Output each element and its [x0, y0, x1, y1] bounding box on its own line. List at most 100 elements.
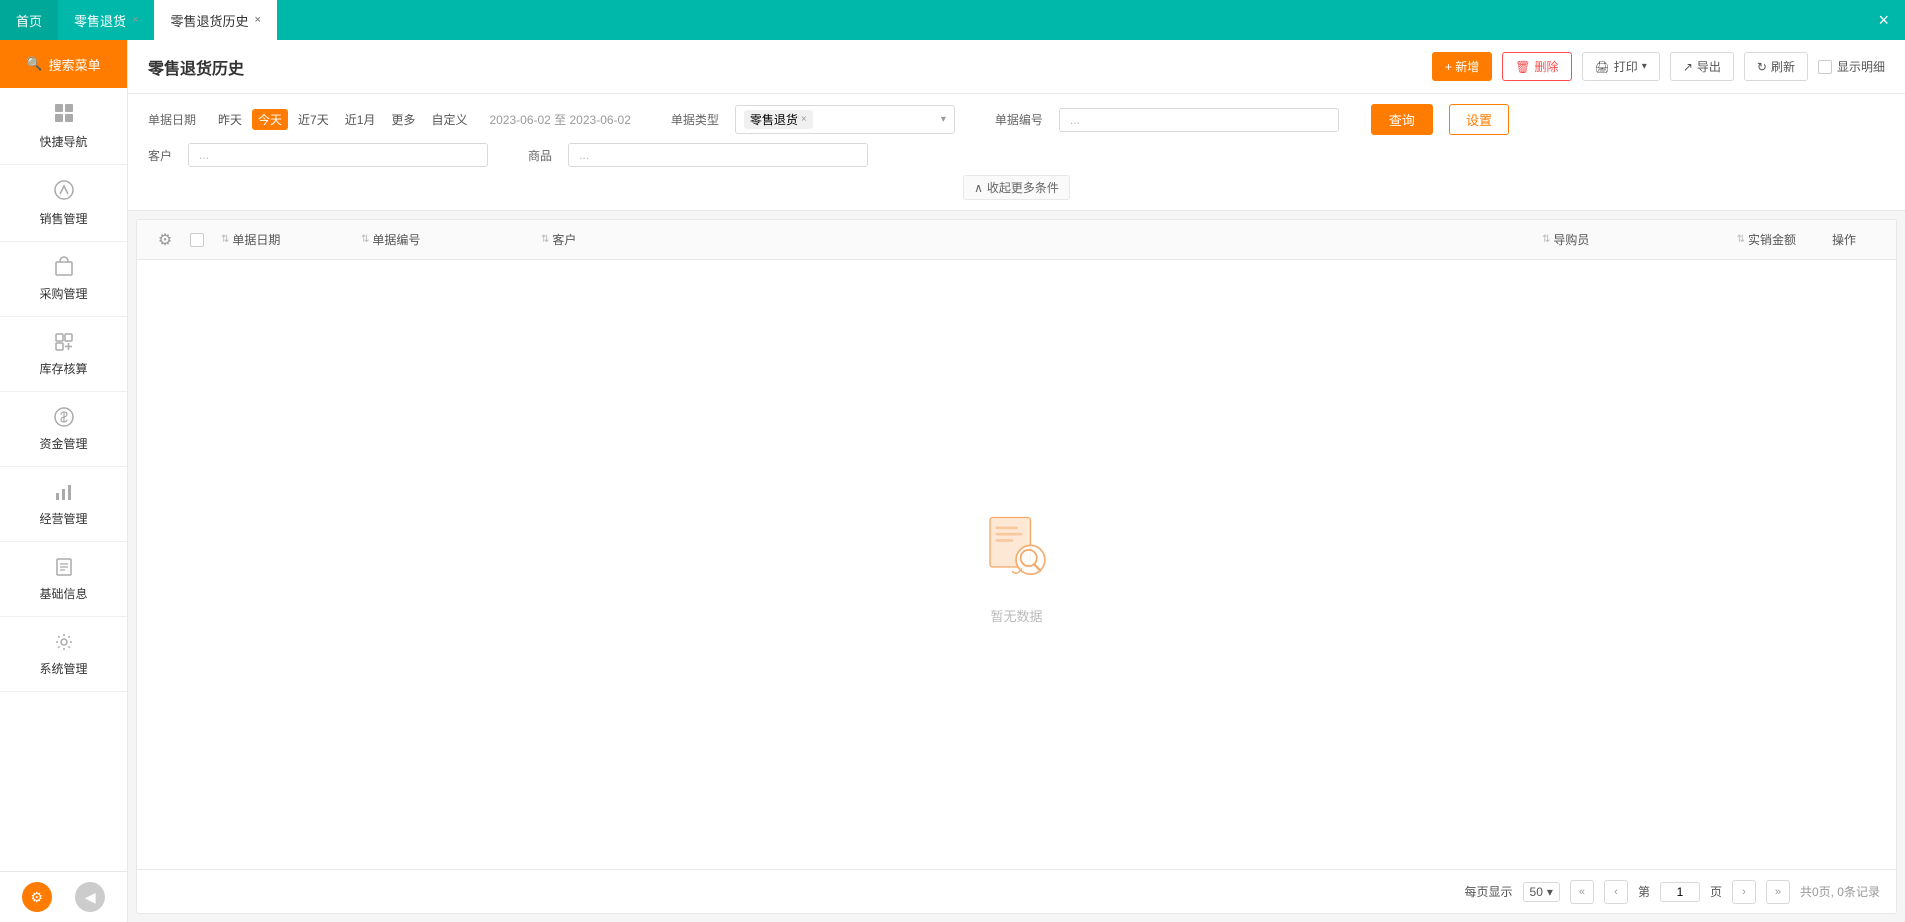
th-date-label: 单据日期 — [232, 231, 280, 248]
mute-icon: ◀ — [85, 889, 96, 906]
new-button[interactable]: + 新增 — [1432, 52, 1492, 81]
select-all-checkbox-box[interactable] — [190, 233, 204, 247]
sidebar-item-sys-mgmt[interactable]: 系统管理 — [0, 617, 127, 692]
tab-retail-return-label: 零售退货 — [74, 11, 126, 30]
settings-bottom-icon: ⚙ — [30, 889, 43, 906]
th-guide-label: 导购员 — [1553, 231, 1589, 248]
th-num-label: 单据编号 — [372, 231, 420, 248]
delete-icon: 🗑 — [1515, 60, 1530, 74]
settings-button[interactable]: 设置 — [1449, 104, 1509, 135]
prev-page-button[interactable]: ‹ — [1604, 880, 1628, 904]
table-header: ⚙ ⇅ 单据日期 ⇅ 单据编号 ⇅ 客户 ⇅ 导购员 — [137, 220, 1896, 260]
th-num[interactable]: ⇅ 单据编号 — [353, 231, 533, 248]
next-page-button[interactable]: › — [1732, 880, 1756, 904]
sidebar-item-inventory[interactable]: 库存核算 — [0, 317, 127, 392]
sidebar: 🔍 搜索菜单 快捷导航 销售管理 采购管理 库存核算 — [0, 40, 128, 922]
settings-bottom-button[interactable]: ⚙ — [22, 882, 52, 912]
per-page-select[interactable]: 50 ▾ — [1523, 882, 1560, 902]
select-all-checkbox[interactable] — [181, 233, 213, 247]
type-filter-label: 单据类型 — [671, 111, 719, 128]
tab-home-label: 首页 — [16, 11, 42, 30]
th-amount[interactable]: ⇅ 实销金额 — [1684, 231, 1804, 248]
mute-button[interactable]: ◀ — [75, 882, 105, 912]
print-label: 打印 — [1614, 58, 1638, 75]
tab-retail-return[interactable]: 零售退货 × — [58, 0, 154, 40]
refresh-icon: ↻ — [1757, 60, 1767, 74]
delete-button[interactable]: 🗑 删除 — [1502, 52, 1571, 81]
window-close-button[interactable]: × — [1862, 0, 1905, 40]
finance-icon — [53, 406, 75, 431]
goods-input[interactable]: ... — [568, 143, 868, 167]
page-number-input[interactable] — [1660, 882, 1700, 902]
customer-input[interactable]: ... — [188, 143, 488, 167]
collapse-button[interactable]: ∧ 收起更多条件 — [963, 175, 1070, 200]
page-title: 零售退货历史 — [148, 55, 244, 79]
display-toggle-checkbox[interactable] — [1818, 60, 1832, 74]
date-opt-custom[interactable]: 自定义 — [425, 109, 473, 130]
tab-home[interactable]: 首页 — [0, 0, 58, 40]
first-page-button[interactable]: « — [1570, 880, 1594, 904]
main-layout: 🔍 搜索菜单 快捷导航 销售管理 采购管理 库存核算 — [0, 40, 1905, 922]
type-select[interactable]: 零售退货 × ▾ — [735, 105, 955, 134]
sidebar-item-sys-mgmt-label: 系统管理 — [39, 660, 87, 677]
th-date[interactable]: ⇅ 单据日期 — [213, 231, 353, 248]
display-toggle[interactable]: 显示明细 — [1818, 58, 1885, 75]
date-opt-7days[interactable]: 近7天 — [292, 109, 335, 130]
doc-num-label: 单据编号 — [995, 111, 1043, 128]
th-customer[interactable]: ⇅ 客户 — [533, 231, 1534, 248]
empty-state-icon — [972, 504, 1062, 594]
sys-mgmt-icon — [53, 631, 75, 656]
date-opt-more[interactable]: 更多 — [385, 109, 421, 130]
sidebar-search-label: 搜索菜单 — [49, 55, 101, 74]
empty-state: 暂无数据 — [137, 260, 1896, 869]
prev-page-icon: ‹ — [1614, 886, 1618, 898]
export-button[interactable]: ↗ 导出 — [1670, 52, 1734, 81]
empty-state-text: 暂无数据 — [990, 606, 1042, 625]
th-guide-sort-icon: ⇅ — [1542, 234, 1550, 245]
header-actions: + 新增 🗑 删除 🖨 打印 ▾ ↗ 导出 ↻ — [1432, 52, 1885, 81]
customer-placeholder: ... — [199, 148, 209, 162]
table-footer: 每页显示 50 ▾ « ‹ 第 页 › » — [137, 869, 1896, 913]
operations-icon — [53, 481, 75, 506]
page-unit: 页 — [1710, 883, 1722, 900]
display-toggle-label: 显示明细 — [1837, 58, 1885, 75]
date-range-display: 2023-06-02 至 2023-06-02 — [489, 111, 630, 128]
query-button[interactable]: 查询 — [1371, 104, 1433, 135]
sidebar-item-quick-nav[interactable]: 快捷导航 — [0, 88, 127, 165]
column-settings-button[interactable]: ⚙ — [149, 230, 181, 250]
content-area: 零售退货历史 + 新增 🗑 删除 🖨 打印 ▾ ↗ 导出 — [128, 40, 1905, 922]
date-opt-1month[interactable]: 近1月 — [339, 109, 382, 130]
date-opt-today[interactable]: 今天 — [252, 109, 288, 130]
page-label: 第 — [1638, 883, 1650, 900]
last-page-button[interactable]: » — [1766, 880, 1790, 904]
sidebar-item-operations[interactable]: 经营管理 — [0, 467, 127, 542]
th-action-label: 操作 — [1832, 231, 1856, 248]
collapse-label: 收起更多条件 — [987, 179, 1059, 196]
goods-label: 商品 — [528, 147, 552, 164]
type-select-caret-icon: ▾ — [941, 114, 946, 125]
sidebar-item-inventory-label: 库存核算 — [39, 360, 87, 377]
th-amount-label: 实销金额 — [1748, 231, 1796, 248]
filter-row-1: 单据日期 昨天 今天 近7天 近1月 更多 自定义 2023-06-02 至 2… — [148, 104, 1885, 135]
date-opt-yesterday[interactable]: 昨天 — [212, 109, 248, 130]
sidebar-item-purchase-mgmt[interactable]: 采购管理 — [0, 242, 127, 317]
refresh-button[interactable]: ↻ 刷新 — [1744, 52, 1808, 81]
tab-retail-return-close[interactable]: × — [132, 14, 138, 26]
th-customer-label: 客户 — [552, 231, 576, 248]
filter-date-options: 昨天 今天 近7天 近1月 更多 自定义 — [212, 109, 473, 130]
tab-retail-return-history[interactable]: 零售退货历史 × — [154, 0, 276, 40]
refresh-label: 刷新 — [1771, 58, 1795, 75]
sidebar-item-sales-mgmt[interactable]: 销售管理 — [0, 165, 127, 242]
tab-retail-return-history-close[interactable]: × — [254, 14, 260, 26]
per-page-value: 50 — [1530, 885, 1543, 899]
print-button[interactable]: 🖨 打印 ▾ — [1582, 52, 1660, 81]
per-page-caret-icon: ▾ — [1547, 885, 1553, 899]
next-page-icon: › — [1742, 886, 1746, 898]
doc-num-input[interactable]: ... — [1059, 108, 1339, 132]
th-guide[interactable]: ⇅ 导购员 — [1534, 231, 1684, 248]
sidebar-item-basic-info[interactable]: 基础信息 — [0, 542, 127, 617]
sidebar-item-finance[interactable]: 资金管理 — [0, 392, 127, 467]
type-tag-label: 零售退货 — [750, 111, 798, 128]
sidebar-search[interactable]: 🔍 搜索菜单 — [0, 40, 127, 88]
type-tag-close[interactable]: × — [801, 114, 807, 125]
